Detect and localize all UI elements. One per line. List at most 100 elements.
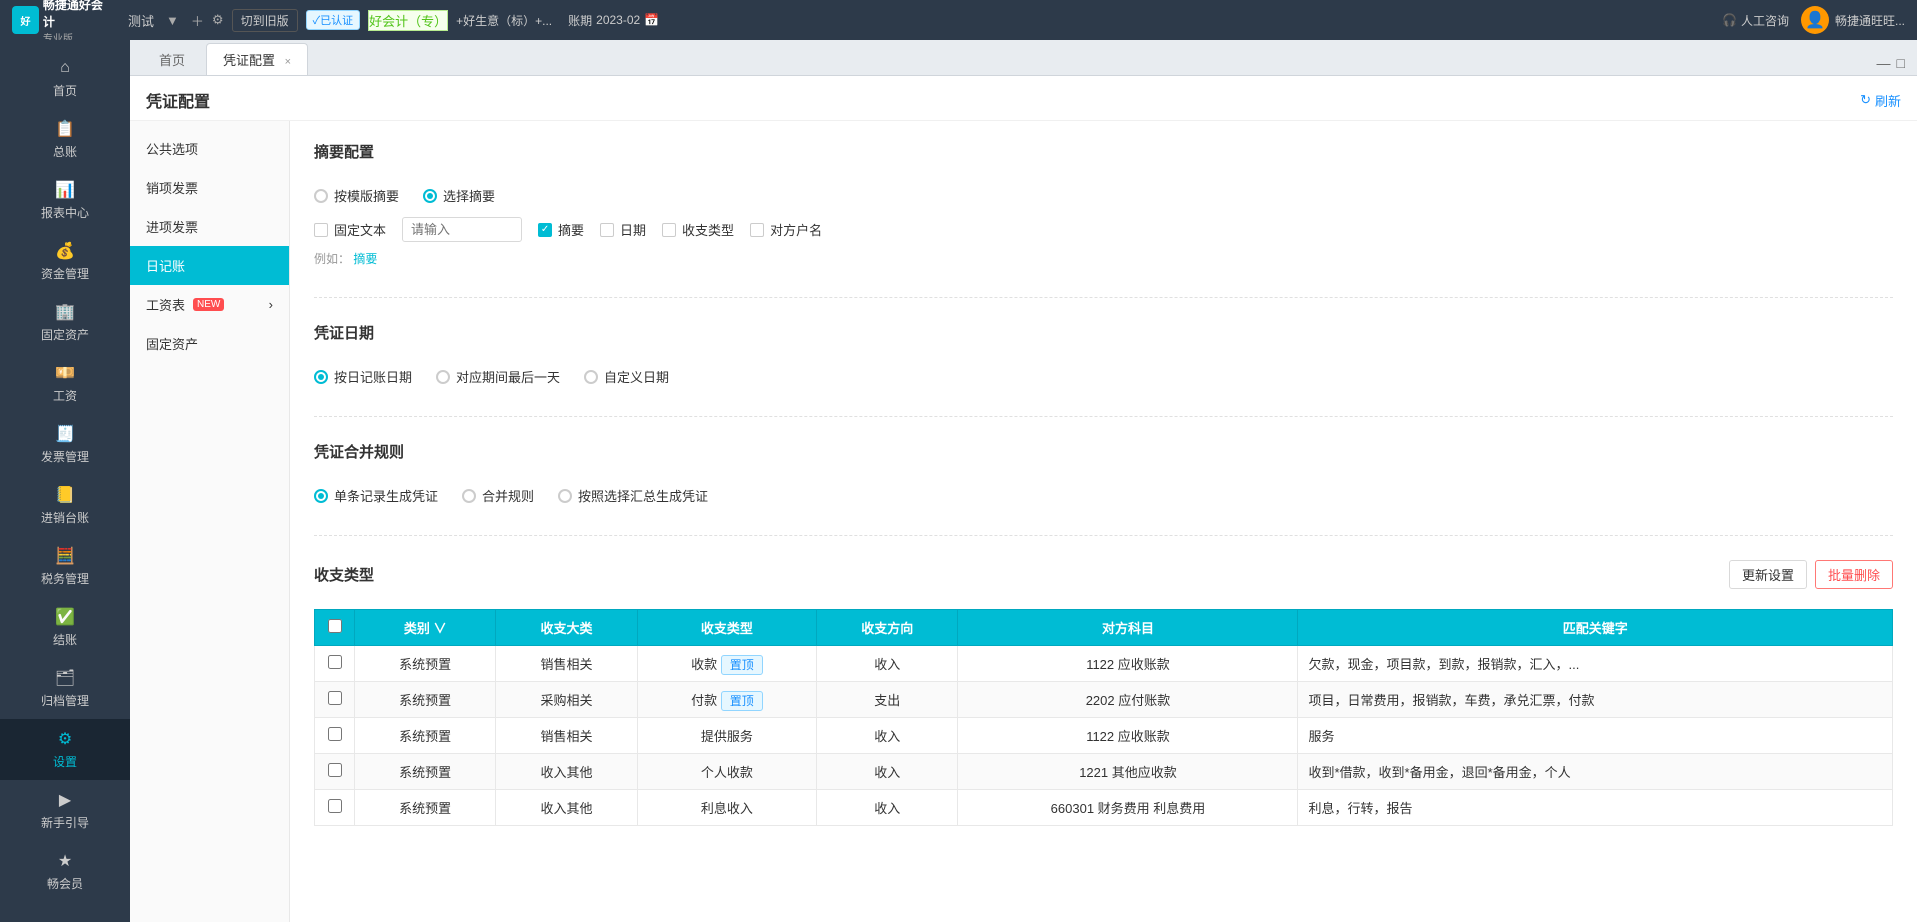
certified-tag: ✓已认证: [306, 10, 361, 30]
add-icon[interactable]: ＋: [191, 11, 204, 30]
row-checkbox-cell: [315, 754, 355, 790]
row-checkbox[interactable]: [328, 763, 342, 777]
radio-summary-generate[interactable]: 按照选择汇总生成凭证: [558, 486, 708, 505]
row-checkbox[interactable]: [328, 727, 342, 741]
minimize-button[interactable]: —: [1877, 55, 1891, 71]
page-header: 凭证配置 ↻ 刷新: [130, 76, 1917, 121]
row-account: 1122 应收账款: [958, 718, 1298, 754]
calendar-icon[interactable]: 📅: [644, 13, 659, 27]
row-category: 系统预置: [355, 646, 496, 682]
checkbox-counterparty[interactable]: 对方户名: [750, 220, 822, 239]
settings-content: 摘要配置 按模版摘要 选择摘要: [290, 121, 1917, 922]
sidebar-item-guide[interactable]: ▶ 新手引导: [0, 780, 130, 841]
sidebar-item-invoice[interactable]: 🧾 发票管理: [0, 414, 130, 475]
table-header-keywords: 匹配关键字: [1298, 610, 1893, 646]
business-tag: +好生意（标）+...: [456, 12, 552, 29]
tab-bar: 首页 凭证配置 × — □: [130, 40, 1917, 76]
row-direction: 收入: [817, 790, 958, 826]
nav-item-purchase-invoice[interactable]: 进项发票: [130, 207, 289, 246]
switch-version-button[interactable]: 切到旧版: [232, 9, 298, 32]
sidebar-item-assets[interactable]: 🏢 固定资产: [0, 292, 130, 353]
row-main-type: 销售相关: [496, 718, 637, 754]
radio-journal-date[interactable]: 按日记账日期: [314, 367, 412, 386]
logo: 好 畅捷通好会计 专业版: [12, 0, 112, 45]
radio-summary-circle: [558, 489, 572, 503]
checkbox-box-type: [662, 223, 676, 237]
reports-icon: 📊: [55, 180, 75, 200]
sidebar-item-closing[interactable]: ✅ 结账: [0, 597, 130, 658]
sidebar-item-finance[interactable]: 💰 资金管理: [0, 231, 130, 292]
fixed-text-input[interactable]: [402, 217, 522, 242]
sidebar-item-member[interactable]: ★ 畅会员: [0, 841, 130, 902]
radio-circle-select: [423, 189, 437, 203]
row-checkbox[interactable]: [328, 655, 342, 669]
row-category: 系统预置: [355, 718, 496, 754]
nav-item-journal[interactable]: 日记账: [130, 246, 289, 285]
batch-delete-button[interactable]: 批量删除: [1815, 560, 1893, 589]
row-checkbox[interactable]: [328, 691, 342, 705]
sidebar-item-payroll[interactable]: 💴 工资: [0, 353, 130, 414]
row-sub-type: 个人收款: [637, 754, 816, 790]
radio-single-record[interactable]: 单条记录生成凭证: [314, 486, 438, 505]
page-container: 凭证配置 ↻ 刷新 公共选项 销项发票 进项发票: [130, 76, 1917, 922]
sidebar-item-label: 新手引导: [41, 814, 89, 831]
radio-template-summary[interactable]: 按模版摘要: [314, 186, 399, 205]
maximize-button[interactable]: □: [1897, 55, 1905, 71]
radio-custom-date-circle: [584, 370, 598, 384]
row-keywords: 项目，日常费用，报销款，车费，承兑汇票，付款: [1298, 682, 1893, 718]
topbar: 好 畅捷通好会计 专业版 测试 ▼ ＋ ⚙ 切到旧版 ✓已认证 好会计（专） +…: [0, 0, 1917, 40]
sidebar-item-label: 首页: [53, 82, 77, 99]
row-keywords: 收到*借款，收到*备用金，退回*备用金，个人: [1298, 754, 1893, 790]
archive-icon: 🗂: [55, 668, 75, 688]
radio-select-summary[interactable]: 选择摘要: [423, 186, 495, 205]
pin-tag[interactable]: 置顶: [721, 655, 763, 675]
user-menu[interactable]: 👤 畅捷通旺旺...: [1801, 6, 1905, 34]
row-keywords: 服务: [1298, 718, 1893, 754]
sidebar-item-ledger[interactable]: 📋 总账: [0, 109, 130, 170]
radio-single-circle: [314, 489, 328, 503]
company-name: 测试: [128, 11, 154, 30]
tab-home[interactable]: 首页: [142, 43, 202, 75]
member-icon: ★: [55, 851, 75, 871]
left-nav: 公共选项 销项发票 进项发票 日记账 工资表 NEW: [130, 121, 290, 922]
income-expense-table: 类别 ∨ 收支大类 收支类型 收支方向: [314, 609, 1893, 826]
service-button[interactable]: 🎧 人工咨询: [1722, 12, 1789, 29]
sidebar-item-tax[interactable]: 🧮 税务管理: [0, 536, 130, 597]
checkbox-fixed-text[interactable]: 固定文本: [314, 220, 386, 239]
nav-item-payroll[interactable]: 工资表 NEW ›: [130, 285, 289, 324]
table-row: 系统预置 收入其他 利息收入 收入 660301 财务费用 利息费用 利息，行转…: [315, 790, 1893, 826]
refresh-button[interactable]: ↻ 刷新: [1860, 91, 1901, 110]
settings-icon[interactable]: ⚙: [212, 12, 224, 28]
sidebar-item-reports[interactable]: 📊 报表中心: [0, 170, 130, 231]
table-row: 系统预置 采购相关 付款 置顶 支出 2202 应付账款 项目，日常费用，报销款…: [315, 682, 1893, 718]
nav-item-sales-invoice[interactable]: 销项发票: [130, 168, 289, 207]
select-all-checkbox[interactable]: [328, 619, 342, 633]
update-settings-button[interactable]: 更新设置: [1729, 560, 1807, 589]
table-header-sub-type: 收支类型: [637, 610, 816, 646]
table-row: 系统预置 销售相关 提供服务 收入 1122 应收账款 服务: [315, 718, 1893, 754]
sidebar-item-label: 总账: [53, 143, 77, 160]
tab-voucher-config[interactable]: 凭证配置 ×: [206, 43, 308, 75]
nav-item-fixed-assets[interactable]: 固定资产: [130, 324, 289, 363]
sidebar-item-home[interactable]: ⌂ 首页: [0, 48, 130, 109]
merge-rules-radio-group: 单条记录生成凭证 合并规则 按照选择汇总生成凭证: [314, 486, 1893, 505]
nav-item-public[interactable]: 公共选项: [130, 129, 289, 168]
sidebar-item-inventory[interactable]: 📒 进销台账: [0, 475, 130, 536]
sidebar-item-label: 结账: [53, 631, 77, 648]
row-sub-type: 收款 置顶: [637, 646, 816, 682]
radio-custom-date[interactable]: 自定义日期: [584, 367, 669, 386]
sidebar-item-settings[interactable]: ⚙ 设置: [0, 719, 130, 780]
tab-close-icon[interactable]: ×: [285, 56, 291, 68]
checkbox-box-fixed: [314, 223, 328, 237]
radio-merge-rule[interactable]: 合并规则: [462, 486, 534, 505]
row-checkbox[interactable]: [328, 799, 342, 813]
sidebar-item-archive[interactable]: 🗂 归档管理: [0, 658, 130, 719]
checkbox-summary[interactable]: ✓ 摘要: [538, 220, 584, 239]
checkbox-date[interactable]: 日期: [600, 220, 646, 239]
closing-icon: ✅: [55, 607, 75, 627]
row-main-type: 收入其他: [496, 754, 637, 790]
dropdown-arrow[interactable]: ▼: [166, 13, 179, 28]
checkbox-type[interactable]: 收支类型: [662, 220, 734, 239]
radio-period-last-day[interactable]: 对应期间最后一天: [436, 367, 560, 386]
pin-tag[interactable]: 置顶: [721, 691, 763, 711]
